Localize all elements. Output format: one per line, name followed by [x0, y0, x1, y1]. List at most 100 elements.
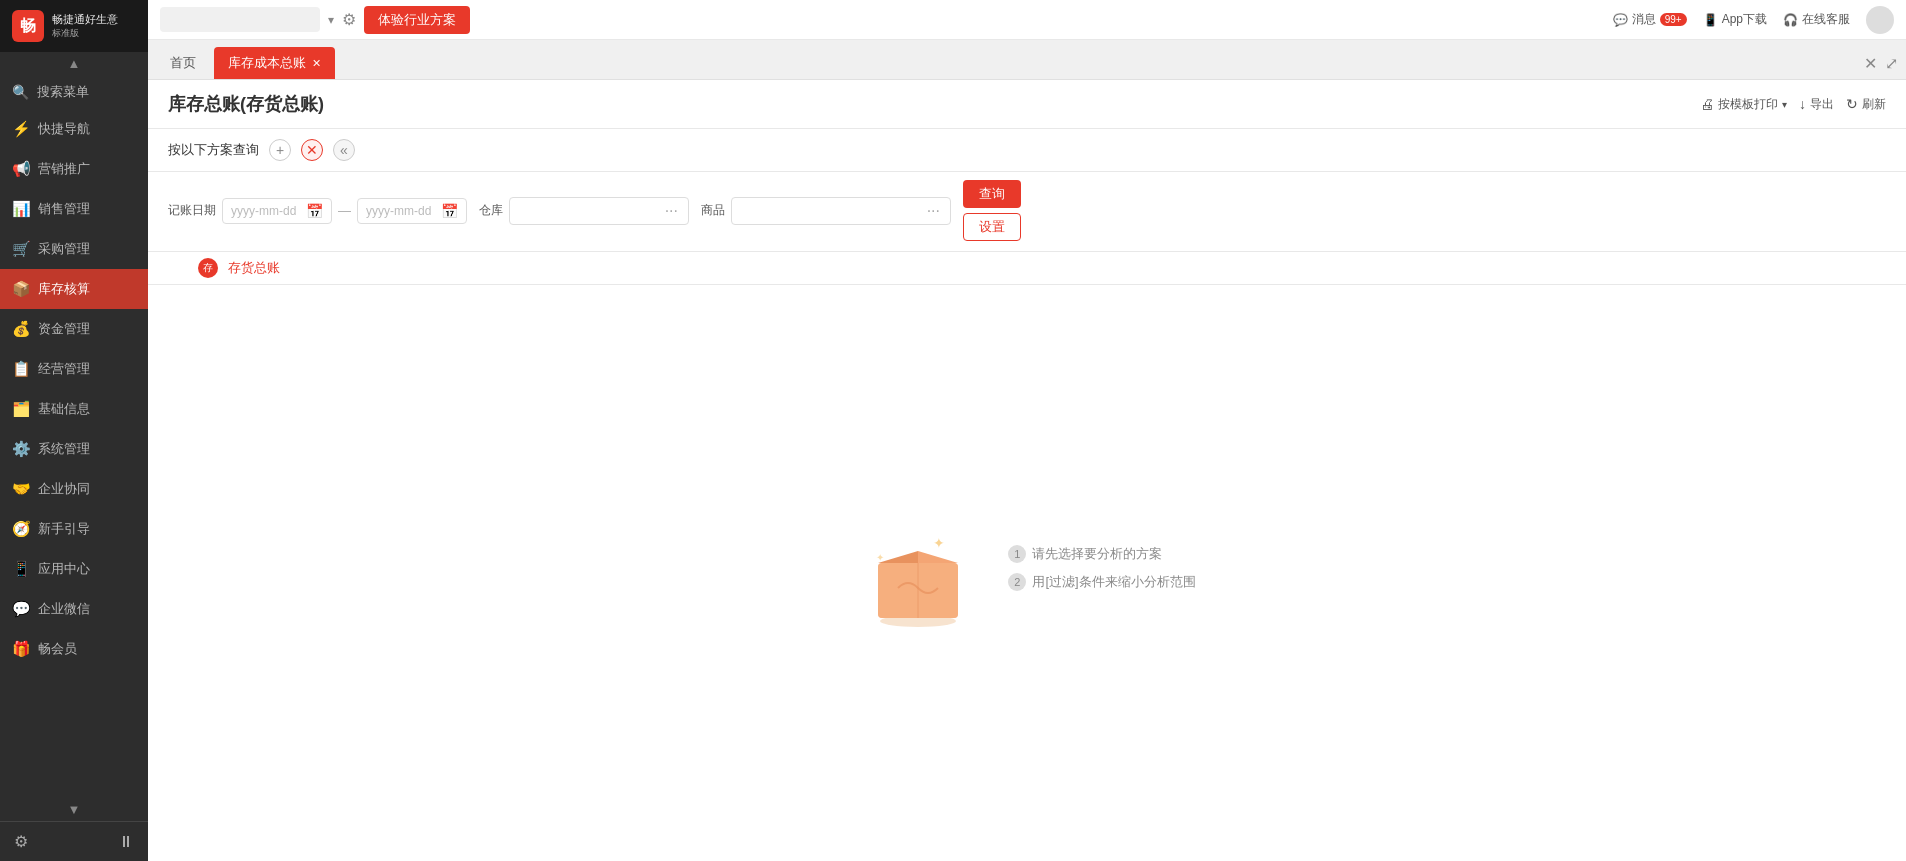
sidebar-item-capital[interactable]: 💰 资金管理: [0, 309, 148, 349]
goods-field-group: 商品 ···: [701, 197, 951, 225]
warehouse-field-group: 仓库 ···: [479, 197, 689, 225]
guide-icon: 🧭: [12, 520, 30, 538]
tabbar: 首页 库存成本总账 ✕ ✕ ⤢: [148, 40, 1906, 80]
warehouse-more-icon[interactable]: ···: [665, 202, 678, 220]
refresh-btn[interactable]: ↻ 刷新: [1846, 96, 1886, 113]
tab-inventory-cost[interactable]: 库存成本总账 ✕: [214, 47, 335, 79]
sidebar-item-member[interactable]: 🎁 畅会员: [0, 629, 148, 669]
refresh-icon: ↻: [1846, 96, 1858, 112]
sidebar-item-ops[interactable]: 📋 经营管理: [0, 349, 148, 389]
refresh-label: 刷新: [1862, 96, 1886, 113]
goods-more-icon[interactable]: ···: [927, 202, 940, 220]
member-icon: 🎁: [12, 640, 30, 658]
tab-home-label: 首页: [170, 54, 196, 72]
user-avatar[interactable]: [1866, 6, 1894, 34]
sidebar-item-label: 经营管理: [38, 360, 90, 378]
industry-btn[interactable]: 体验行业方案: [364, 6, 470, 34]
empty-text-list: 1 请先选择要分析的方案 2 用[过滤]条件来缩小分析范围: [1008, 545, 1195, 601]
date-separator: —: [338, 203, 351, 218]
tabbar-expand-icon[interactable]: ⤢: [1885, 54, 1898, 73]
sidebar-logo: 畅 畅捷通好生意 标准版: [0, 0, 148, 52]
query-settings-col: 查询 设置: [963, 180, 1021, 241]
sidebar-item-label: 销售管理: [38, 200, 90, 218]
sidebar-item-label: 企业微信: [38, 600, 90, 618]
export-label: 导出: [1810, 96, 1834, 113]
topbar-search-box[interactable]: [160, 7, 320, 32]
tabbar-close-icon[interactable]: ✕: [1864, 54, 1877, 73]
search-icon: 🔍: [12, 84, 29, 100]
print-chevron-icon: ▾: [1782, 99, 1787, 110]
collab-icon: 🤝: [12, 480, 30, 498]
content-area: 库存总账(存货总账) 🖨 按模板打印 ▾ ↓ 导出 ↻ 刷新 按以下方案查询: [148, 80, 1906, 861]
sidebar-item-label: 基础信息: [38, 400, 90, 418]
sidebar-item-sales[interactable]: 📊 销售管理: [0, 189, 148, 229]
query-btn[interactable]: 查询: [963, 180, 1021, 208]
sidebar-item-guide[interactable]: 🧭 新手引导: [0, 509, 148, 549]
app-icon: 📱: [1703, 13, 1718, 27]
app-download-btn[interactable]: 📱 App下载: [1703, 11, 1767, 28]
scheme-label[interactable]: 存货总账: [228, 259, 280, 277]
step-1-num: 1: [1008, 545, 1026, 563]
calendar-end-icon[interactable]: 📅: [441, 203, 458, 219]
headset-icon: 🎧: [1783, 13, 1798, 27]
date-start-input[interactable]: yyyy-mm-dd 📅: [222, 198, 332, 224]
wecom-icon: 💬: [12, 600, 30, 618]
sidebar-search-item[interactable]: 🔍 搜索菜单: [0, 75, 148, 109]
sidebar-scroll-down[interactable]: ▼: [0, 798, 148, 821]
calendar-start-icon[interactable]: 📅: [306, 203, 323, 219]
basic-icon: 🗂️: [12, 400, 30, 418]
export-btn[interactable]: ↓ 导出: [1799, 96, 1834, 113]
sidebar-item-wecom[interactable]: 💬 企业微信: [0, 589, 148, 629]
logo-icon: 畅: [12, 10, 44, 42]
print-label: 按模板打印: [1718, 96, 1778, 113]
filter-add-btn[interactable]: +: [269, 139, 291, 161]
filter-close-btn[interactable]: ✕: [301, 139, 323, 161]
sidebar-item-apps[interactable]: 📱 应用中心: [0, 549, 148, 589]
sidebar-item-label: 系统管理: [38, 440, 90, 458]
tab-home[interactable]: 首页: [156, 47, 210, 79]
capital-icon: 💰: [12, 320, 30, 338]
online-label: 在线客服: [1802, 11, 1850, 28]
empty-illustration: ✦ ✦: [858, 513, 978, 633]
collapse-icon[interactable]: ⏸: [118, 833, 134, 851]
sidebar-item-basic[interactable]: 🗂️ 基础信息: [0, 389, 148, 429]
step-2-num: 2: [1008, 573, 1026, 591]
sidebar-item-purchase[interactable]: 🛒 采购管理: [0, 229, 148, 269]
topbar-search-text: [170, 12, 182, 26]
sidebar-item-label: 快捷导航: [38, 120, 90, 138]
sidebar-item-collab[interactable]: 🤝 企业协同: [0, 469, 148, 509]
print-btn[interactable]: 🖨 按模板打印 ▾: [1700, 96, 1787, 113]
empty-box-svg: ✦ ✦: [858, 513, 978, 633]
sidebar-item-label: 新手引导: [38, 520, 90, 538]
sidebar-footer: ⚙ ⏸: [0, 821, 148, 861]
system-icon: ⚙️: [12, 440, 30, 458]
print-icon: 🖨: [1700, 96, 1714, 112]
message-btn[interactable]: 💬 消息 99+: [1613, 11, 1687, 28]
sidebar-item-system[interactable]: ⚙️ 系统管理: [0, 429, 148, 469]
sidebar-item-label: 库存核算: [38, 280, 90, 298]
message-badge: 99+: [1660, 13, 1687, 26]
filter-collapse-btn[interactable]: «: [333, 139, 355, 161]
main-area: ▾ ⚙ 体验行业方案 💬 消息 99+ 📱 App下载 🎧 在线客服 首页: [148, 0, 1906, 861]
sidebar-item-inventory[interactable]: 📦 库存核算: [0, 269, 148, 309]
inventory-icon: 📦: [12, 280, 30, 298]
goods-input[interactable]: ···: [731, 197, 951, 225]
date-end-input[interactable]: yyyy-mm-dd 📅: [357, 198, 467, 224]
sidebar-item-marketing[interactable]: 📢 营销推广: [0, 149, 148, 189]
sidebar: 畅 畅捷通好生意 标准版 ▲ 🔍 搜索菜单 ⚡ 快捷导航 📢 营销推广 📊 销售…: [0, 0, 148, 861]
settings-icon[interactable]: ⚙: [14, 832, 28, 851]
scheme-icon: 存: [198, 258, 218, 278]
topbar-chevron-icon[interactable]: ▾: [328, 13, 334, 27]
online-service-btn[interactable]: 🎧 在线客服: [1783, 11, 1850, 28]
sidebar-item-label: 采购管理: [38, 240, 90, 258]
sidebar-item-quick-nav[interactable]: ⚡ 快捷导航: [0, 109, 148, 149]
empty-tip-1: 1 请先选择要分析的方案: [1008, 545, 1195, 563]
sidebar-scroll-up[interactable]: ▲: [0, 52, 148, 75]
warehouse-input[interactable]: ···: [509, 197, 689, 225]
settings-btn[interactable]: 设置: [963, 213, 1021, 241]
tab-inventory-cost-label: 库存成本总账: [228, 54, 306, 72]
sidebar-item-label: 营销推广: [38, 160, 90, 178]
tab-close-icon[interactable]: ✕: [312, 57, 321, 70]
ops-icon: 📋: [12, 360, 30, 378]
topbar-gear-icon[interactable]: ⚙: [342, 10, 356, 29]
